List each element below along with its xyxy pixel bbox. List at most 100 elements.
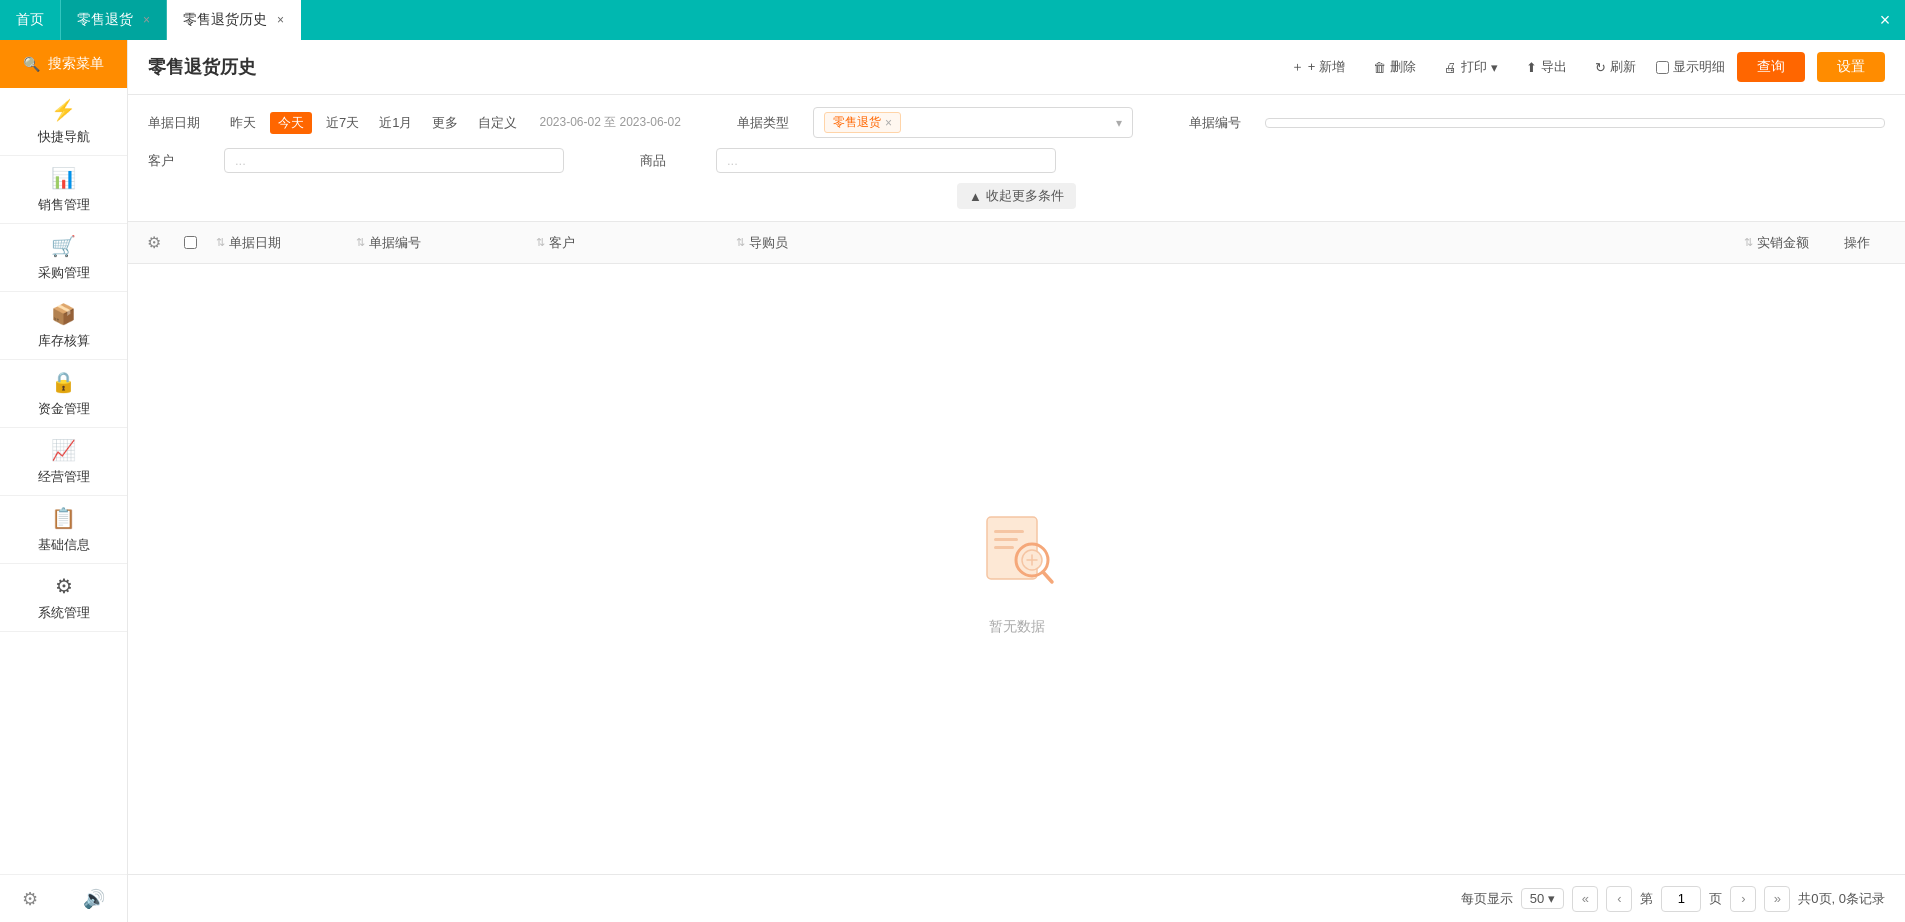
th-bill-label: 单据编号 [369, 234, 421, 252]
bill-no-label: 单据编号 [1189, 114, 1249, 132]
th-action-label: 操作 [1844, 234, 1870, 252]
goods-input[interactable]: ... [716, 148, 1056, 173]
date-opt-yesterday[interactable]: 昨天 [224, 112, 262, 134]
next-page-button[interactable]: › [1730, 886, 1756, 912]
delete-button[interactable]: 🗑 删除 [1365, 54, 1424, 80]
sidebar-item-sales-label: 销售管理 [38, 196, 90, 214]
sidebar-item-inventory-label: 库存核算 [38, 332, 90, 350]
sidebar-item-operations-label: 经营管理 [38, 468, 90, 486]
empty-text: 暂无数据 [989, 618, 1045, 636]
new-icon: ＋ [1291, 58, 1304, 76]
show-detail-label: 显示明细 [1673, 58, 1725, 76]
th-customer[interactable]: ⇅ 客户 [528, 234, 728, 252]
tab-retail-return[interactable]: 零售退货 × [61, 0, 167, 40]
empty-illustration [967, 502, 1067, 602]
sidebar-item-inventory[interactable]: 📦 库存核算 [0, 292, 127, 360]
export-button[interactable]: ⬆ 导出 [1518, 54, 1575, 80]
tab-retail-return-label: 零售退货 [77, 11, 133, 29]
page-size-chevron-icon: ▾ [1548, 891, 1555, 906]
last-page-button[interactable]: » [1764, 886, 1790, 912]
sidebar: 🔍 搜索菜单 ⚡ 快捷导航 📊 销售管理 🛒 采购管理 📦 库存核算 🔒 资金管… [0, 40, 128, 922]
collapse-icon: ▲ [969, 189, 982, 204]
sort-customer-icon: ⇅ [536, 236, 545, 249]
new-button[interactable]: ＋ + 新增 [1283, 54, 1353, 80]
sidebar-item-quick-nav[interactable]: ⚡ 快捷导航 [0, 88, 127, 156]
bill-type-tag: 零售退货 × [824, 112, 901, 133]
date-range-display: 2023-06-02 至 2023-06-02 [539, 114, 680, 131]
show-detail-input[interactable] [1656, 61, 1669, 74]
refresh-icon: ↻ [1595, 60, 1606, 75]
svg-line-6 [1043, 572, 1052, 582]
th-date-label: 单据日期 [229, 234, 281, 252]
tab-home[interactable]: 首页 [0, 0, 61, 40]
th-bill-no[interactable]: ⇅ 单据编号 [348, 234, 528, 252]
export-icon: ⬆ [1526, 60, 1537, 75]
th-action: 操作 [1817, 234, 1897, 252]
table-header: ⚙ ⇅ 单据日期 ⇅ 单据编号 ⇅ 客户 ⇅ 导购员 [128, 222, 1905, 264]
main-layout: 🔍 搜索菜单 ⚡ 快捷导航 📊 销售管理 🛒 采购管理 📦 库存核算 🔒 资金管… [0, 40, 1905, 922]
date-opt-7days[interactable]: 近7天 [320, 112, 365, 134]
quick-nav-icon: ⚡ [51, 98, 76, 122]
settings-button[interactable]: 设置 [1817, 52, 1885, 82]
refresh-label: 刷新 [1610, 58, 1636, 76]
print-button[interactable]: 🖨 打印 ▾ [1436, 54, 1506, 80]
bill-type-tag-close[interactable]: × [885, 116, 892, 130]
prev-page-button[interactable]: ‹ [1606, 886, 1632, 912]
customer-input[interactable]: ... [224, 148, 564, 173]
goods-filter-label: 商品 [640, 152, 700, 170]
page-size-label: 每页显示 [1461, 890, 1513, 908]
tab-retail-return-close[interactable]: × [143, 13, 150, 27]
export-label: 导出 [1541, 58, 1567, 76]
svg-rect-2 [994, 538, 1018, 541]
table-area: ⚙ ⇅ 单据日期 ⇅ 单据编号 ⇅ 客户 ⇅ 导购员 [128, 222, 1905, 874]
th-amount-label: 实销金额 [1757, 234, 1809, 252]
date-opt-today[interactable]: 今天 [270, 112, 312, 134]
page-number-input[interactable] [1661, 886, 1701, 912]
sidebar-bottom: ⚙ 🔊 [0, 874, 127, 922]
refresh-button[interactable]: ↻ 刷新 [1587, 54, 1644, 80]
bill-type-select[interactable]: 零售退货 × ▾ [813, 107, 1133, 138]
collapse-button[interactable]: ▲ 收起更多条件 [957, 183, 1076, 209]
tab-retail-return-history-label: 零售退货历史 [183, 11, 267, 29]
tab-retail-return-history-close[interactable]: × [277, 13, 284, 27]
query-button[interactable]: 查询 [1737, 52, 1805, 82]
first-page-button[interactable]: « [1572, 886, 1598, 912]
bill-no-input[interactable] [1265, 118, 1885, 128]
sidebar-item-system[interactable]: ⚙ 系统管理 [0, 564, 127, 632]
th-customer-label: 客户 [549, 234, 575, 252]
th-date[interactable]: ⇅ 单据日期 [208, 234, 348, 252]
sidebar-item-operations[interactable]: 📈 经营管理 [0, 428, 127, 496]
sidebar-audio-icon[interactable]: 🔊 [83, 888, 105, 910]
table-select-all-checkbox[interactable] [172, 236, 208, 249]
table-settings-icon[interactable]: ⚙ [136, 233, 172, 252]
sidebar-search[interactable]: 🔍 搜索菜单 [0, 40, 127, 88]
content-area: 零售退货历史 ＋ + 新增 🗑 删除 🖨 打印 ▾ ⬆ 导出 [128, 40, 1905, 922]
customer-filter-label: 客户 [148, 152, 208, 170]
sales-icon: 📊 [51, 166, 76, 190]
window-close-button[interactable]: × [1865, 0, 1905, 40]
date-opt-custom[interactable]: 自定义 [472, 112, 523, 134]
sidebar-item-sales[interactable]: 📊 销售管理 [0, 156, 127, 224]
sidebar-item-purchase-label: 采购管理 [38, 264, 90, 282]
show-detail-checkbox[interactable]: 显示明细 [1656, 58, 1725, 76]
sidebar-item-finance[interactable]: 🔒 资金管理 [0, 360, 127, 428]
sidebar-item-quick-nav-label: 快捷导航 [38, 128, 90, 146]
select-all-input[interactable] [184, 236, 197, 249]
pagination: 每页显示 50 ▾ « ‹ 第 页 › » 共0页, 0条记录 [128, 874, 1905, 922]
print-chevron-icon: ▾ [1491, 60, 1498, 75]
bill-type-label: 单据类型 [737, 114, 797, 132]
date-opt-1month[interactable]: 近1月 [373, 112, 418, 134]
page-size-select[interactable]: 50 ▾ [1521, 888, 1564, 909]
sidebar-item-base-info[interactable]: 📋 基础信息 [0, 496, 127, 564]
sidebar-item-purchase[interactable]: 🛒 采购管理 [0, 224, 127, 292]
inventory-icon: 📦 [51, 302, 76, 326]
sort-amount-icon: ⇅ [1744, 236, 1753, 249]
sidebar-settings-icon[interactable]: ⚙ [22, 888, 38, 910]
th-guide[interactable]: ⇅ 导购员 [728, 234, 928, 252]
print-label: 打印 [1461, 58, 1487, 76]
date-opt-more[interactable]: 更多 [426, 112, 464, 134]
tab-retail-return-history[interactable]: 零售退货历史 × [167, 0, 301, 40]
goods-placeholder: ... [727, 153, 738, 168]
tab-home-label: 首页 [16, 11, 44, 29]
th-amount[interactable]: ⇅ 实销金额 [928, 234, 1817, 252]
